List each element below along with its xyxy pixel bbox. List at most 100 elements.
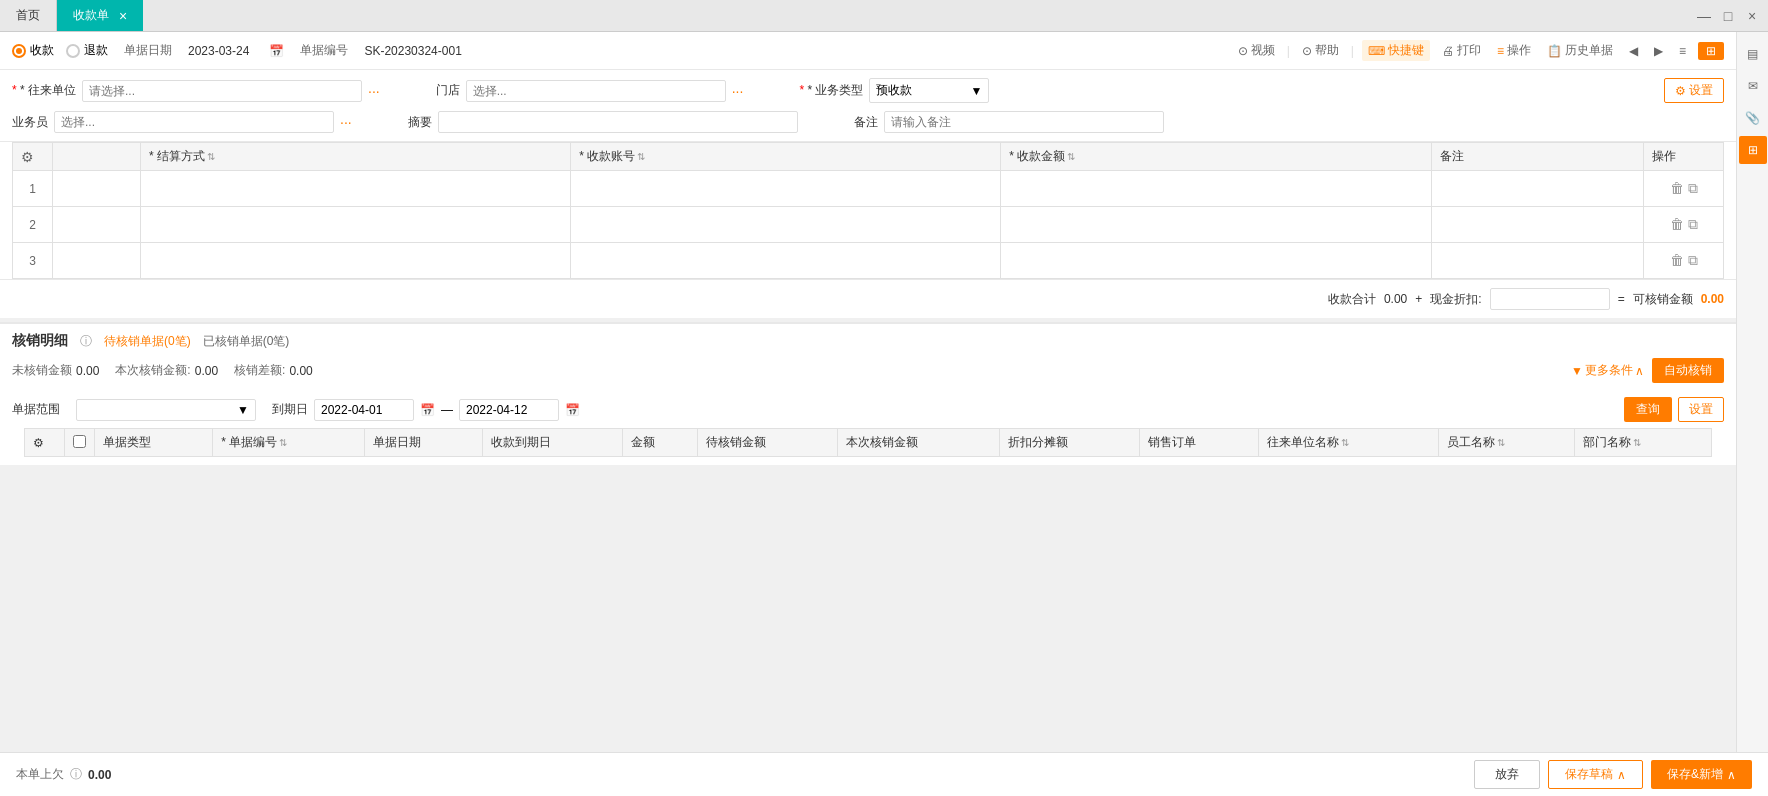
history-btn[interactable]: 📋 历史单据: [1543, 40, 1617, 61]
discount-input[interactable]: [1490, 288, 1610, 310]
row-2-remark[interactable]: [1431, 207, 1644, 243]
row-2-delete-icon[interactable]: 🗑: [1670, 216, 1684, 233]
date-end-input[interactable]: [459, 399, 559, 421]
row-2-account[interactable]: [571, 207, 1001, 243]
range-select[interactable]: ▼: [76, 399, 256, 421]
discard-button[interactable]: 放弃: [1474, 760, 1540, 789]
info-icon2[interactable]: ⓘ: [70, 766, 82, 783]
close-button[interactable]: ×: [1744, 8, 1760, 24]
th-settings[interactable]: ⚙: [13, 143, 53, 171]
th2-settings-icon[interactable]: ⚙: [33, 436, 44, 450]
pending-docs-link[interactable]: 待核销单据(0笔): [104, 333, 191, 350]
store-input[interactable]: [466, 80, 726, 102]
settlement-sort-icon[interactable]: ⇅: [207, 151, 215, 162]
row-1-amount[interactable]: [1001, 171, 1431, 207]
th-operation: 操作: [1644, 143, 1724, 171]
range-chevron-icon: ▼: [237, 403, 249, 417]
receipt-table: ⚙ * 结算方式 ⇅ * 收款账号 ⇅: [12, 142, 1724, 279]
calendar-icon[interactable]: 📅: [269, 44, 284, 58]
business-type-select[interactable]: 预收款 ▼: [869, 78, 989, 103]
refund-radio[interactable]: 退款: [66, 42, 108, 59]
query-button[interactable]: 查询: [1624, 397, 1672, 422]
info-icon[interactable]: ⓘ: [80, 333, 92, 350]
form-view-btn[interactable]: ⊞: [1698, 42, 1724, 60]
row-1-account[interactable]: [571, 171, 1001, 207]
staff-input[interactable]: [54, 111, 334, 133]
unchecked-label: 未核销金额: [12, 362, 72, 379]
tab-home[interactable]: 首页: [0, 0, 57, 31]
date-start-input[interactable]: [314, 399, 414, 421]
row-3-amount[interactable]: [1001, 243, 1431, 279]
receipt-radio[interactable]: 收款: [12, 42, 54, 59]
clip-sidebar-icon[interactable]: 📎: [1739, 104, 1767, 132]
video-label: 视频: [1251, 42, 1275, 59]
auto-offset-button[interactable]: 自动核销: [1652, 358, 1724, 383]
shortcut-btn[interactable]: ⌨ 快捷键: [1362, 40, 1430, 61]
table-settings-icon[interactable]: ⚙: [21, 149, 34, 165]
cal-start-icon[interactable]: 📅: [420, 403, 435, 417]
staff-more-icon[interactable]: ···: [340, 114, 352, 130]
remark-input[interactable]: [884, 111, 1164, 133]
help-btn[interactable]: ⊙ 帮助: [1298, 40, 1343, 61]
th-remark-label: 备注: [1440, 149, 1464, 163]
row-num-1: 1: [13, 171, 53, 207]
nav-next-btn[interactable]: ▶: [1650, 42, 1667, 60]
maximize-button[interactable]: □: [1720, 8, 1736, 24]
row-1-delete-icon[interactable]: 🗑: [1670, 180, 1684, 197]
print-btn[interactable]: 🖨 打印: [1438, 40, 1485, 61]
row-2-copy-icon[interactable]: ⧉: [1688, 216, 1698, 233]
th2-settings[interactable]: ⚙: [25, 429, 65, 457]
th2-sort3[interactable]: ⇅: [1497, 437, 1505, 448]
minimize-button[interactable]: —: [1696, 8, 1712, 24]
th2-partner-name: 往来单位名称 ⇅: [1258, 429, 1438, 457]
select-all-checkbox[interactable]: [73, 435, 86, 448]
summary-input[interactable]: [438, 111, 798, 133]
row-3-copy-icon[interactable]: ⧉: [1688, 252, 1698, 269]
th-settlement-label: * 结算方式: [149, 148, 205, 165]
operation-btn[interactable]: ≡ 操作: [1493, 40, 1535, 61]
table-row: 1 🗑 ⧉: [13, 171, 1724, 207]
row-1-settlement[interactable]: [141, 171, 571, 207]
more-conditions-btn[interactable]: ▼ 更多条件 ∧: [1571, 362, 1644, 379]
row-2-settlement[interactable]: [141, 207, 571, 243]
row-1-copy-icon[interactable]: ⧉: [1688, 180, 1698, 197]
cal-end-icon[interactable]: 📅: [565, 403, 580, 417]
partner-more-icon[interactable]: ···: [368, 83, 380, 99]
save-draft-expand-icon: ∧: [1617, 768, 1626, 782]
done-docs-link[interactable]: 已核销单据(0笔): [203, 333, 290, 350]
tab-receipt[interactable]: 收款单 ×: [57, 0, 143, 31]
store-more-icon[interactable]: ···: [732, 83, 744, 99]
th2-sort1[interactable]: ⇅: [279, 437, 287, 448]
nav-prev-btn[interactable]: ◀: [1625, 42, 1642, 60]
th2-sort2[interactable]: ⇅: [1341, 437, 1349, 448]
mail-sidebar-icon[interactable]: ✉: [1739, 72, 1767, 100]
screenshot-sidebar-icon[interactable]: ⊞: [1739, 136, 1767, 164]
row-3-delete-icon[interactable]: 🗑: [1670, 252, 1684, 269]
help-icon: ⊙: [1302, 44, 1312, 58]
amount-sort-icon[interactable]: ⇅: [1067, 151, 1075, 162]
list-view-btn[interactable]: ≡: [1675, 42, 1690, 60]
partner-input[interactable]: [82, 80, 362, 102]
row-3-settlement[interactable]: [141, 243, 571, 279]
table-row: 3 🗑 ⧉: [13, 243, 1724, 279]
total-value: 0.00: [1384, 292, 1407, 306]
row-2-amount[interactable]: [1001, 207, 1431, 243]
number-value: SK-20230324-001: [364, 44, 461, 58]
number-label: 单据编号: [300, 42, 348, 59]
row-3-account[interactable]: [571, 243, 1001, 279]
row-3-remark[interactable]: [1431, 243, 1644, 279]
account-sort-icon[interactable]: ⇅: [637, 151, 645, 162]
video-btn[interactable]: ⊙ 视频: [1234, 40, 1279, 61]
th-account: * 收款账号 ⇅: [571, 143, 1001, 171]
filter-icon: ▼: [1571, 364, 1583, 378]
second-settings-button[interactable]: 设置: [1678, 397, 1724, 422]
settings-button[interactable]: ⚙ 设置: [1664, 78, 1724, 103]
second-table: ⚙ 单据类型 * 单据编号: [24, 428, 1712, 457]
save-draft-button[interactable]: 保存草稿 ∧: [1548, 760, 1643, 789]
th2-sort4[interactable]: ⇅: [1633, 437, 1641, 448]
save-new-button[interactable]: 保存&新增 ∧: [1651, 760, 1752, 789]
row-1-remark[interactable]: [1431, 171, 1644, 207]
close-tab-icon[interactable]: ×: [119, 8, 127, 24]
row-3-actions: 🗑 ⧉: [1644, 243, 1724, 279]
table-sidebar-icon[interactable]: ▤: [1739, 40, 1767, 68]
